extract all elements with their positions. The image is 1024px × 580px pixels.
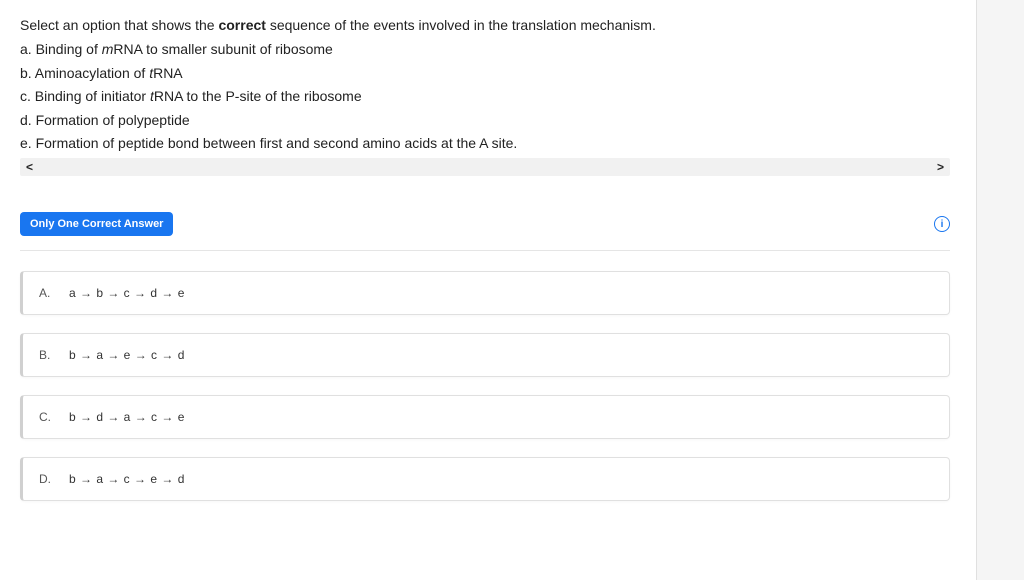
prompt-text-post: sequence of the events involved in the t… xyxy=(266,17,656,33)
option-sequence: a → b → c → d → e xyxy=(69,286,185,300)
badge-row: Only One Correct Answer i xyxy=(20,212,950,236)
option-letter: A. xyxy=(39,286,53,300)
event-e: e. Formation of peptide bond between fir… xyxy=(20,132,950,154)
divider xyxy=(20,250,950,251)
option-c[interactable]: C. b → d → a → c → e xyxy=(20,395,950,439)
option-sequence: b → a → e → c → d xyxy=(69,348,185,362)
event-c: c. Binding of initiator tRNA to the P-si… xyxy=(20,85,950,107)
option-a[interactable]: A. a → b → c → d → e xyxy=(20,271,950,315)
option-letter: D. xyxy=(39,472,53,486)
info-icon[interactable]: i xyxy=(934,216,950,232)
scroll-left-icon[interactable]: < xyxy=(26,160,33,174)
question-prompt: Select an option that shows the correct … xyxy=(20,14,950,36)
option-b[interactable]: B. b → a → e → c → d xyxy=(20,333,950,377)
horizontal-scrollbar[interactable]: < > xyxy=(20,158,950,176)
option-sequence: b → d → a → c → e xyxy=(69,410,185,424)
option-letter: B. xyxy=(39,348,53,362)
option-sequence: b → a → c → e → d xyxy=(69,472,185,486)
scroll-right-icon[interactable]: > xyxy=(937,160,944,174)
events-list: a. Binding of mRNA to smaller subunit of… xyxy=(20,38,950,154)
option-d[interactable]: D. b → a → c → e → d xyxy=(20,457,950,501)
answer-type-badge: Only One Correct Answer xyxy=(20,212,173,236)
prompt-text-pre: Select an option that shows the xyxy=(20,17,218,33)
option-letter: C. xyxy=(39,410,53,424)
event-b: b. Aminoacylation of tRNA xyxy=(20,62,950,84)
event-d: d. Formation of polypeptide xyxy=(20,109,950,131)
prompt-text-bold: correct xyxy=(218,17,265,33)
right-panel xyxy=(976,0,1024,580)
main-content: Select an option that shows the correct … xyxy=(0,0,970,533)
event-a: a. Binding of mRNA to smaller subunit of… xyxy=(20,38,950,60)
